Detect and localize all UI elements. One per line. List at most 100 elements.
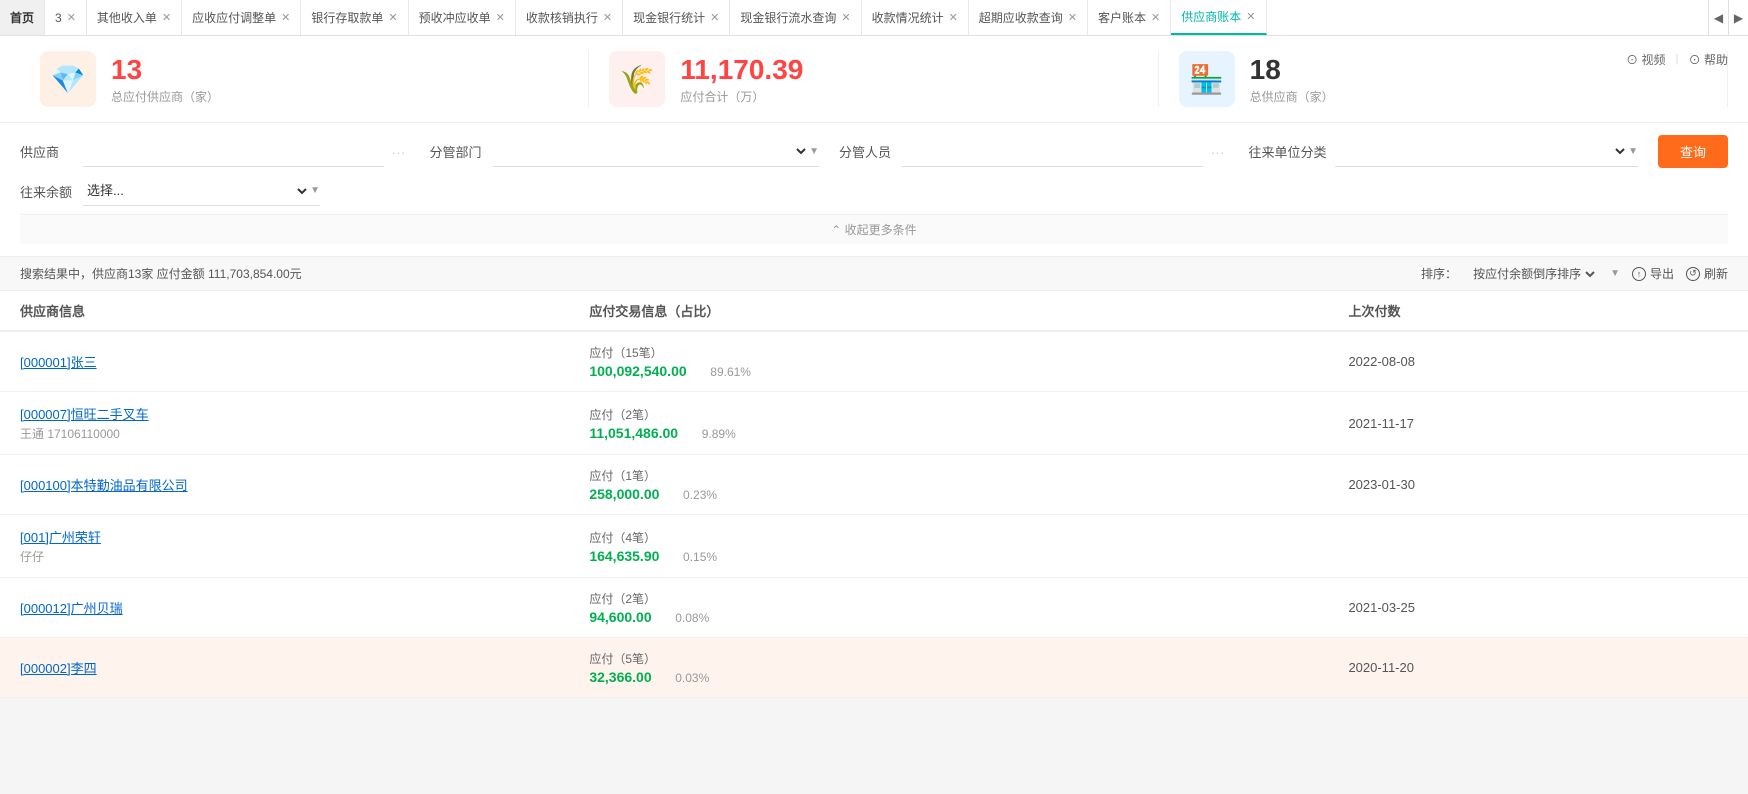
filter-area: 供应商 ··· 分管部门 ▼ 分管人员 ··· 往来单位分类	[0, 123, 1748, 257]
supplier-filter-dots[interactable]: ···	[392, 144, 406, 160]
summary-bar: 💎 13 总应付供应商（家） 🌾 11,170.39 应付合计（万） 🏪 18 …	[0, 36, 1748, 123]
total-suppliers-label: 总供应商（家）	[1250, 88, 1334, 105]
close-icon[interactable]: ✕	[841, 11, 850, 24]
close-icon[interactable]: ✕	[67, 11, 76, 24]
sort-chevron-icon: ▼	[1610, 268, 1620, 279]
transaction-percent: 9.89%	[702, 427, 736, 441]
last-pay-cell: 2022-08-08	[1348, 344, 1728, 379]
close-icon[interactable]: ✕	[162, 11, 171, 24]
supplier-link[interactable]: [000002]李四	[20, 658, 589, 677]
transaction-amount[interactable]: 32,366.00	[589, 669, 651, 685]
transaction-percent: 0.15%	[683, 550, 717, 564]
nav-tab-supplier-ledger[interactable]: 供应商账本 ✕	[1171, 0, 1266, 35]
supplier-link[interactable]: [000001]张三	[20, 352, 589, 371]
nav-tab-cash-flow-query[interactable]: 现金银行流水查询 ✕	[730, 0, 861, 35]
nav-tab-other-income[interactable]: 其他收入单 ✕	[87, 0, 182, 35]
nav-tab-home-label: 首页	[10, 9, 34, 26]
supplier-link[interactable]: [001]广州荣轩	[20, 527, 589, 546]
transaction-info-cell: 应付（1笔） 258,000.00 0.23%	[589, 467, 1348, 502]
transaction-info-cell: 应付（5笔） 32,366.00 0.03%	[589, 650, 1348, 685]
supplier-link[interactable]: [000100]本特勤油品有限公司	[20, 475, 589, 494]
nav-tab-cash-bank-stat[interactable]: 现金银行统计 ✕	[623, 0, 730, 35]
nav-tab-receipt-verify-label: 收款核销执行	[526, 9, 598, 26]
transaction-amount-row: 258,000.00 0.23%	[589, 486, 1348, 502]
result-actions: 排序： 按应付余额倒序排序 ▼ ↑ 导出 ↺ 刷新	[1421, 265, 1728, 282]
nav-tab-receipt-stat[interactable]: 收款情况统计 ✕	[862, 0, 969, 35]
top-navigation: 首页 3 ✕ 其他收入单 ✕ 应收应付调整单 ✕ 银行存取款单 ✕ 预收冲应收单…	[0, 0, 1748, 36]
balance-filter-select[interactable]: 选择... ▼	[83, 176, 320, 206]
export-icon: ↑	[1632, 267, 1646, 281]
last-pay-date: 2021-11-17	[1348, 416, 1414, 431]
nav-tab-prepay-offset[interactable]: 预收冲应收单 ✕	[409, 0, 516, 35]
dept-select[interactable]	[493, 136, 810, 166]
nav-tab-cash-flow-query-label: 现金银行流水查询	[740, 9, 836, 26]
help-link[interactable]: ⊙ 帮助	[1689, 51, 1728, 68]
close-icon[interactable]: ✕	[388, 11, 397, 24]
nav-tab-receipt-verify[interactable]: 收款核销执行 ✕	[516, 0, 623, 35]
data-table: 供应商信息 应付交易信息（占比） 上次付数 [000001]张三 应付（15笔）…	[0, 291, 1748, 698]
supplier-info-cell: [000007]恒旺二手叉车 王通 17106110000	[20, 404, 589, 442]
supplier-info-cell: [000012]广州贝瑞	[20, 590, 589, 625]
sort-select[interactable]: 按应付余额倒序排序	[1469, 266, 1598, 282]
table-row: [000002]李四 应付（5笔） 32,366.00 0.03% 2020-1…	[0, 638, 1748, 698]
person-filter-label: 分管人员	[839, 142, 894, 161]
refresh-button[interactable]: ↺ 刷新	[1686, 265, 1728, 282]
transaction-amount[interactable]: 94,600.00	[589, 609, 651, 625]
transaction-label: 应付（15笔）	[589, 344, 1348, 361]
filter-balance: 往来余额 选择... ▼	[20, 176, 320, 206]
transaction-amount[interactable]: 164,635.90	[589, 548, 659, 564]
nav-tab-ar-ap-adjust[interactable]: 应收应付调整单 ✕	[182, 0, 301, 35]
collapse-filter-button[interactable]: ⌃ 收起更多条件	[20, 214, 1728, 244]
nav-tab-home[interactable]: 首页	[0, 0, 45, 35]
nav-prev-arrow[interactable]: ◀	[1708, 0, 1728, 36]
close-icon[interactable]: ✕	[949, 11, 958, 24]
close-icon[interactable]: ✕	[710, 11, 719, 24]
transaction-amount-row: 11,051,486.00 9.89%	[589, 425, 1348, 441]
nav-tab-ar-ap-adjust-label: 应收应付调整单	[192, 9, 276, 26]
nav-next-arrow[interactable]: ▶	[1728, 0, 1748, 36]
chevron-down-icon: ▼	[809, 146, 819, 157]
close-icon[interactable]: ✕	[281, 11, 290, 24]
supplier-sub: 王通 17106110000	[20, 425, 589, 442]
close-icon[interactable]: ✕	[1068, 11, 1077, 24]
nav-tab-bank-deposit[interactable]: 银行存取款单 ✕	[301, 0, 408, 35]
category-select[interactable]	[1335, 136, 1629, 166]
nav-tab-customer-ledger-label: 客户账本	[1098, 9, 1146, 26]
chevron-down-icon: ▼	[310, 185, 320, 196]
nav-tab-3[interactable]: 3 ✕	[45, 0, 87, 35]
wheat-icon: 🌾	[609, 51, 665, 107]
transaction-amount[interactable]: 258,000.00	[589, 486, 659, 502]
supplier-link[interactable]: [000007]恒旺二手叉车	[20, 404, 589, 423]
close-icon[interactable]: ✕	[496, 11, 505, 24]
supplier-filter-input[interactable]	[83, 137, 384, 167]
person-filter-dots[interactable]: ···	[1211, 144, 1225, 160]
total-suppliers-number: 18	[1250, 53, 1334, 87]
nav-tab-overdue-ar[interactable]: 超期应收款查询 ✕	[969, 0, 1088, 35]
table-row: [001]广州荣轩 仔仔 应付（4笔） 164,635.90 0.15%	[0, 515, 1748, 578]
supplier-info-cell: [000002]李四	[20, 650, 589, 685]
diamond-icon: 💎	[40, 51, 96, 107]
category-filter-select[interactable]: ▼	[1335, 137, 1638, 167]
supplier-link[interactable]: [000012]广州贝瑞	[20, 598, 589, 617]
transaction-info-cell: 应付（2笔） 11,051,486.00 9.89%	[589, 404, 1348, 442]
nav-tab-cash-bank-stat-label: 现金银行统计	[633, 9, 705, 26]
transaction-label: 应付（5笔）	[589, 650, 1348, 667]
transaction-amount-row: 94,600.00 0.08%	[589, 609, 1348, 625]
balance-select[interactable]: 选择...	[83, 176, 310, 206]
video-link[interactable]: ⊙ 视频	[1626, 51, 1665, 68]
transaction-amount[interactable]: 100,092,540.00	[589, 363, 686, 379]
transaction-percent: 0.03%	[675, 671, 709, 685]
last-pay-cell: 2021-03-25	[1348, 590, 1728, 625]
nav-tab-customer-ledger[interactable]: 客户账本 ✕	[1088, 0, 1171, 35]
close-icon[interactable]: ✕	[603, 11, 612, 24]
nav-tab-other-income-label: 其他收入单	[97, 9, 157, 26]
person-filter-input[interactable]	[902, 137, 1203, 167]
nav-tab-receipt-stat-label: 收款情况统计	[872, 9, 944, 26]
export-button[interactable]: ↑ 导出	[1632, 265, 1674, 282]
dept-filter-select[interactable]: ▼	[493, 137, 820, 167]
query-button[interactable]: 查询	[1658, 135, 1728, 168]
transaction-amount[interactable]: 11,051,486.00	[589, 425, 678, 441]
transaction-amount-row: 100,092,540.00 89.61%	[589, 363, 1348, 379]
close-icon[interactable]: ✕	[1151, 11, 1160, 24]
close-icon[interactable]: ✕	[1246, 10, 1255, 23]
